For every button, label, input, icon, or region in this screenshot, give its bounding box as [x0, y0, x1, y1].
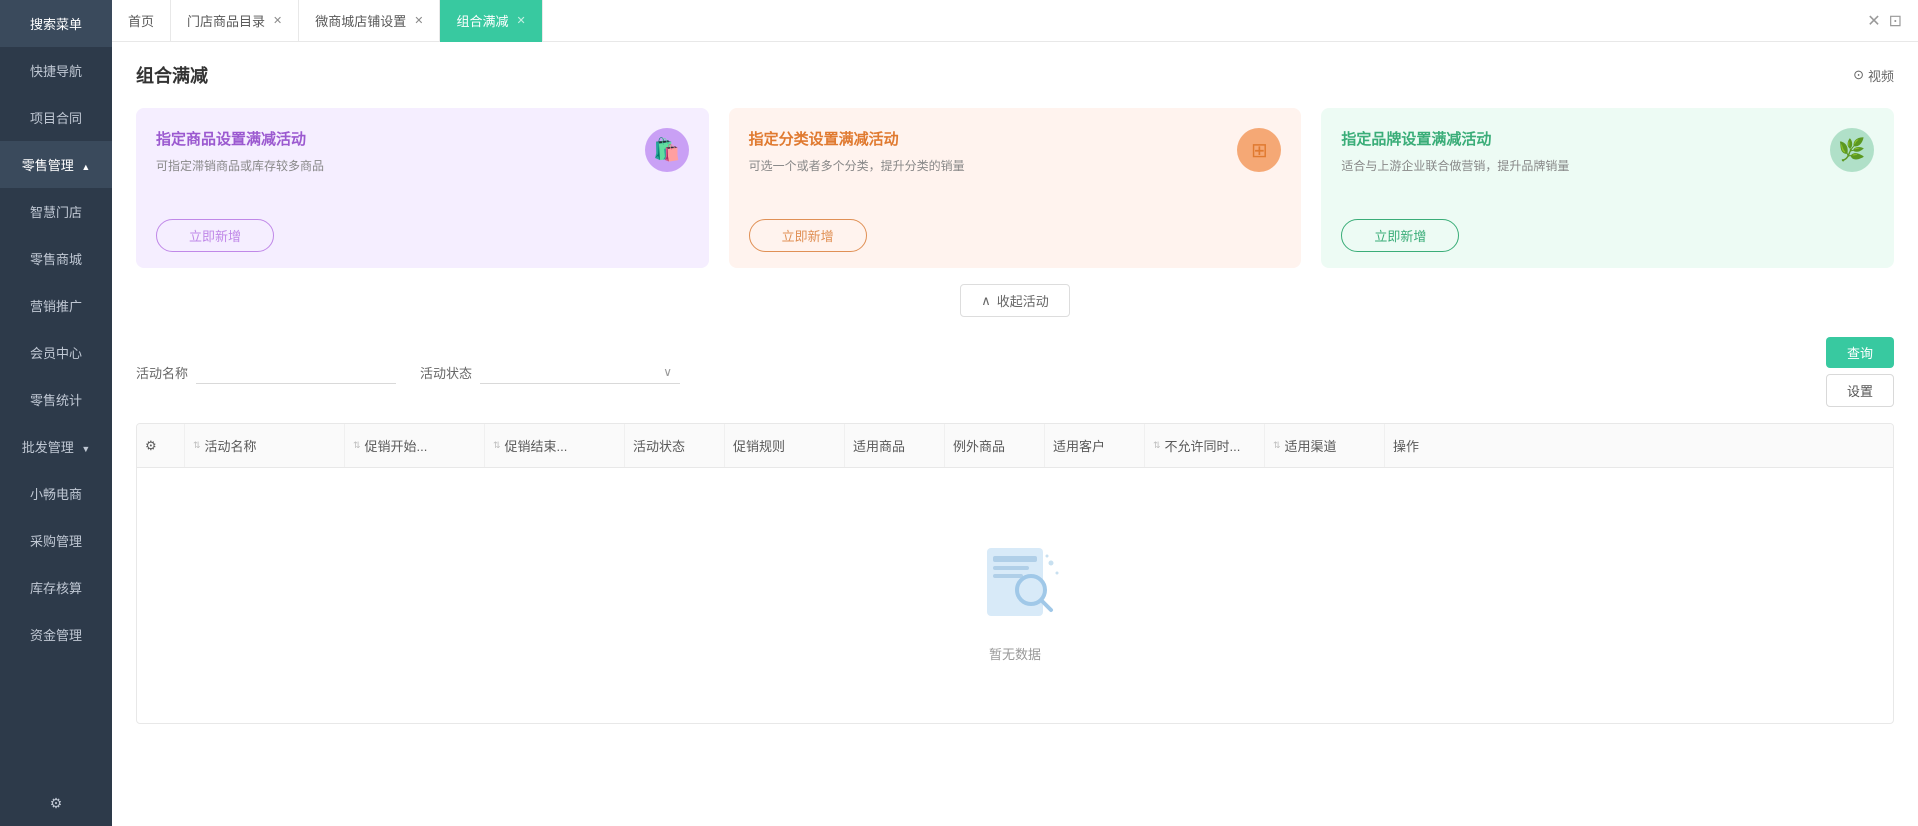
th-settings[interactable]: ⚙	[137, 424, 185, 467]
category-card-title: 指定分类设置满减活动	[749, 128, 1282, 149]
tab-store-catalog[interactable]: 门店商品目录 ✕	[171, 0, 299, 42]
th-exception-goods: 例外商品	[945, 424, 1045, 467]
chevron-up-icon: ∧	[981, 293, 991, 309]
close-store-catalog-icon[interactable]: ✕	[273, 14, 282, 27]
activity-status-select[interactable]: 进行中 已结束 未开始	[480, 360, 680, 384]
table-header: ⚙ ⇅ 活动名称 ⇅ 促销开始... ⇅ 促销结束... 活动状态	[137, 424, 1893, 468]
search-actions: 查询 设置	[1826, 337, 1894, 407]
th-activity-name: ⇅ 活动名称	[185, 424, 345, 467]
activity-status-select-wrapper: 进行中 已结束 未开始	[480, 360, 680, 384]
search-bar: 活动名称 活动状态 进行中 已结束 未开始 查询 设置	[136, 337, 1894, 407]
sidebar-item-finance[interactable]: 资金管理	[0, 611, 112, 658]
product-card-desc: 可指定滞销商品或库存较多商品	[156, 157, 529, 175]
sidebar-item-marketing[interactable]: 营销推广	[0, 282, 112, 329]
sort-icon[interactable]: ⇅	[353, 441, 361, 450]
empty-state: 暂无数据	[137, 468, 1893, 723]
sidebar-item-inventory[interactable]: 库存核算	[0, 564, 112, 611]
th-no-simultaneous: ⇅ 不允许同时...	[1145, 424, 1265, 467]
sidebar-item-retail-stats[interactable]: 零售统计	[0, 376, 112, 423]
empty-text: 暂无数据	[157, 644, 1873, 663]
tab-home[interactable]: 首页	[112, 0, 171, 42]
play-circle-icon: ⊙	[1853, 67, 1864, 83]
activity-status-field: 活动状态 进行中 已结束 未开始	[420, 360, 680, 384]
th-activity-status: 活动状态	[625, 424, 725, 467]
activity-name-label: 活动名称	[136, 363, 188, 382]
brand-card-desc: 适合与上游企业联合做营销，提升品牌销量	[1341, 157, 1714, 175]
sidebar-item-ecommerce[interactable]: 小畅电商	[0, 470, 112, 517]
sidebar-item-member-center[interactable]: 会员中心	[0, 329, 112, 376]
gear-icon: ⚙	[50, 795, 63, 811]
tab-wechat-settings[interactable]: 微商城店铺设置 ✕	[299, 0, 440, 42]
th-promo-rule: 促销规则	[725, 424, 845, 467]
settings-button[interactable]: 设置	[1826, 374, 1894, 407]
sidebar: 搜索菜单 快捷导航 项目合同 零售管理 智慧门店 零售商城 营销推广 会员中心 …	[0, 0, 112, 826]
topbar: 首页 门店商品目录 ✕ 微商城店铺设置 ✕ 组合满减 ✕ ✕ ⊡	[112, 0, 1918, 42]
brand-card-icon: 🌿	[1830, 128, 1874, 172]
promo-cards: 🛍️ 指定商品设置满减活动 可指定滞销商品或库存较多商品 立即新增 ⊞ 指定分类…	[136, 108, 1894, 268]
sidebar-item-retail-mall[interactable]: 零售商城	[0, 235, 112, 282]
activity-table: ⚙ ⇅ 活动名称 ⇅ 促销开始... ⇅ 促销结束... 活动状态	[136, 423, 1894, 724]
collapse-activity-button[interactable]: ∧ 收起活动	[960, 284, 1070, 317]
sort-icon[interactable]: ⇅	[193, 441, 201, 450]
brand-card-title: 指定品牌设置满减活动	[1341, 128, 1874, 149]
th-operation: 操作	[1385, 424, 1485, 467]
close-wechat-settings-icon[interactable]: ✕	[414, 14, 423, 27]
product-card-add-button[interactable]: 立即新增	[156, 219, 274, 252]
page-header: 组合满减 ⊙ 视频	[136, 62, 1894, 88]
activity-name-field: 活动名称	[136, 360, 396, 384]
main-area: 首页 门店商品目录 ✕ 微商城店铺设置 ✕ 组合满减 ✕ ✕ ⊡ 组合满减 ⊙ …	[112, 0, 1918, 826]
collapse-bar: ∧ 收起活动	[136, 284, 1894, 317]
th-applicable-goods: 适用商品	[845, 424, 945, 467]
sort-icon[interactable]: ⇅	[1153, 441, 1161, 450]
sort-icon[interactable]: ⇅	[1273, 441, 1281, 450]
brand-promo-card: 🌿 指定品牌设置满减活动 适合与上游企业联合做营销，提升品牌销量 立即新增	[1321, 108, 1894, 268]
th-promo-start: ⇅ 促销开始...	[345, 424, 485, 467]
page-title: 组合满减	[136, 62, 208, 88]
sidebar-item-wholesale-mgmt[interactable]: 批发管理	[0, 423, 112, 470]
tab-combo-discount[interactable]: 组合满减 ✕	[440, 0, 542, 42]
category-card-icon: ⊞	[1237, 128, 1281, 172]
sidebar-item-search-menu[interactable]: 搜索菜单	[0, 0, 112, 47]
activity-name-input[interactable]	[196, 360, 396, 384]
product-card-title: 指定商品设置满减活动	[156, 128, 689, 149]
gear-icon: ⚙	[145, 438, 157, 454]
empty-svg	[965, 528, 1065, 628]
th-applicable-channel: ⇅ 适用渠道	[1265, 424, 1385, 467]
sidebar-item-purchase-mgmt[interactable]: 采购管理	[0, 517, 112, 564]
content-area: 组合满减 ⊙ 视频 🛍️ 指定商品设置满减活动 可指定滞销商品或库存较多商品 立…	[112, 42, 1918, 826]
category-promo-card: ⊞ 指定分类设置满减活动 可选一个或者多个分类，提升分类的销量 立即新增	[729, 108, 1302, 268]
brand-card-add-button[interactable]: 立即新增	[1341, 219, 1459, 252]
sort-icon[interactable]: ⇅	[493, 441, 501, 450]
category-card-desc: 可选一个或者多个分类，提升分类的销量	[749, 157, 1122, 175]
topbar-actions: ✕ ⊡	[1867, 11, 1918, 31]
th-applicable-customer: 适用客户	[1045, 424, 1145, 467]
th-promo-end: ⇅ 促销结束...	[485, 424, 625, 467]
sidebar-item-project-contract[interactable]: 项目合同	[0, 94, 112, 141]
activity-status-label: 活动状态	[420, 363, 472, 382]
close-combo-discount-icon[interactable]: ✕	[517, 14, 526, 27]
query-button[interactable]: 查询	[1826, 337, 1894, 368]
sidebar-item-retail-mgmt[interactable]: 零售管理	[0, 141, 112, 188]
product-promo-card: 🛍️ 指定商品设置满减活动 可指定滞销商品或库存较多商品 立即新增	[136, 108, 709, 268]
product-card-icon: 🛍️	[645, 128, 689, 172]
restore-window-icon[interactable]: ⊡	[1889, 11, 1902, 31]
category-card-add-button[interactable]: 立即新增	[749, 219, 867, 252]
empty-illustration	[965, 528, 1065, 628]
close-window-icon[interactable]: ✕	[1867, 11, 1880, 31]
video-button[interactable]: ⊙ 视频	[1853, 66, 1894, 85]
sidebar-item-smart-store[interactable]: 智慧门店	[0, 188, 112, 235]
sidebar-item-quick-nav[interactable]: 快捷导航	[0, 47, 112, 94]
sidebar-settings[interactable]: ⚙	[0, 781, 112, 826]
